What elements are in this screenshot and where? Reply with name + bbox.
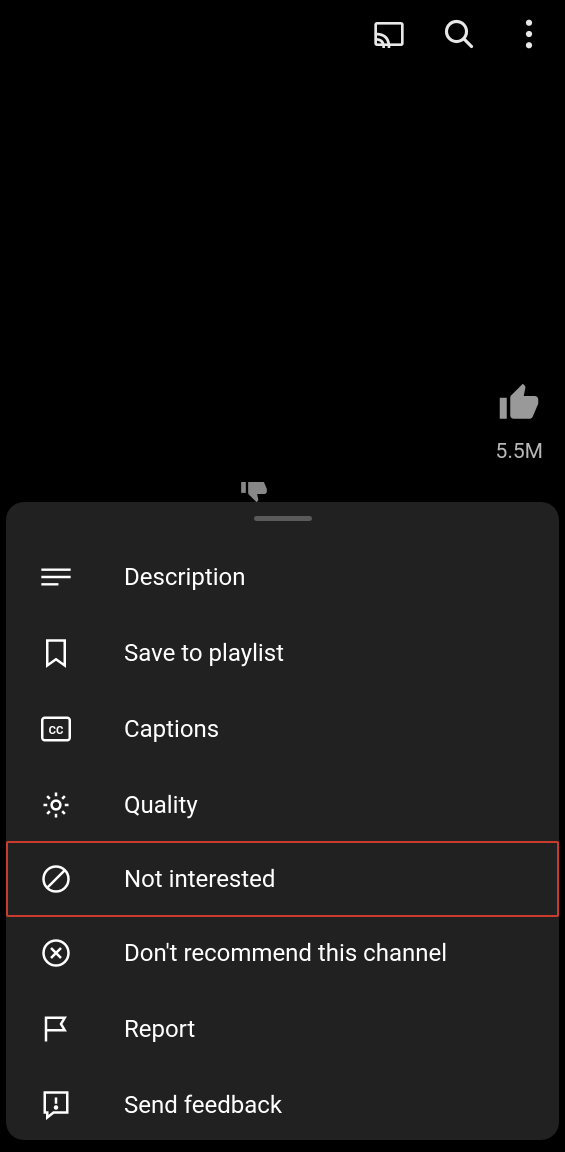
drag-handle[interactable]	[254, 516, 312, 521]
flag-icon	[40, 1013, 72, 1045]
menu-item-report[interactable]: Report	[6, 991, 559, 1067]
menu-item-quality[interactable]: Quality	[6, 767, 559, 843]
cast-icon[interactable]	[373, 18, 405, 50]
description-icon	[40, 561, 72, 593]
bottom-sheet: Description Save to playlist CC Captions…	[6, 502, 559, 1140]
menu-item-description[interactable]: Description	[6, 539, 559, 615]
like-count: 5.5M	[496, 440, 543, 464]
like-section: 5.5M	[496, 382, 543, 464]
block-icon	[40, 863, 72, 895]
menu-label: Send feedback	[124, 1091, 282, 1119]
remove-circle-icon	[40, 937, 72, 969]
captions-icon: CC	[40, 713, 72, 745]
menu-item-captions[interactable]: CC Captions	[6, 691, 559, 767]
menu-label: Quality	[124, 791, 198, 819]
menu-item-feedback[interactable]: Send feedback	[6, 1067, 559, 1143]
bookmark-icon	[40, 637, 72, 669]
top-bar	[373, 18, 545, 50]
menu-label: Save to playlist	[124, 639, 284, 667]
menu-label: Don't recommend this channel	[124, 939, 447, 967]
menu-label: Captions	[124, 715, 219, 743]
menu-label: Not interested	[124, 865, 275, 893]
menu-label: Description	[124, 563, 246, 591]
menu-item-not-interested[interactable]: Not interested	[6, 841, 559, 917]
feedback-icon	[40, 1089, 72, 1121]
thumb-up-icon[interactable]	[498, 382, 540, 428]
menu-item-save-playlist[interactable]: Save to playlist	[6, 615, 559, 691]
svg-text:CC: CC	[49, 724, 64, 737]
menu-item-dont-recommend[interactable]: Don't recommend this channel	[6, 915, 559, 991]
search-icon[interactable]	[443, 18, 475, 50]
gear-icon	[40, 789, 72, 821]
more-icon[interactable]	[513, 18, 545, 50]
menu-label: Report	[124, 1015, 195, 1043]
